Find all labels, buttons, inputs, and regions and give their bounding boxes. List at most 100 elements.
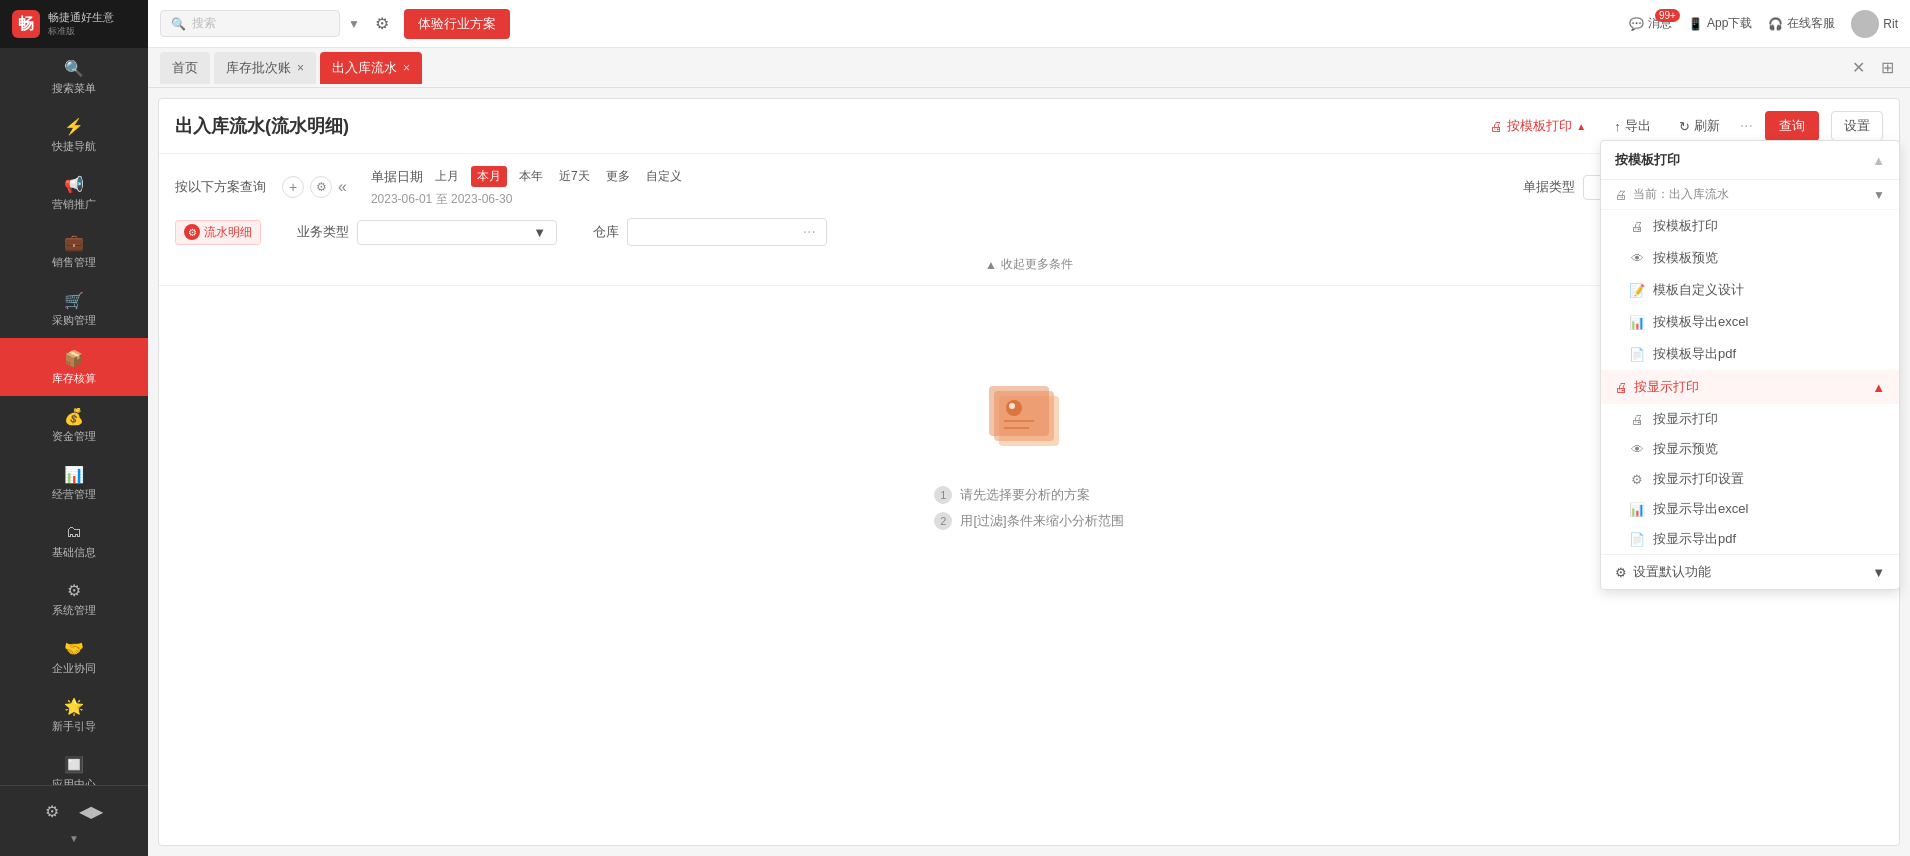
sidebar-item-marketing[interactable]: 📢 营销推广 [0, 164, 148, 222]
chevron-up-icon: ▲ [1576, 121, 1586, 132]
display-preview-item[interactable]: 👁 按显示预览 [1601, 434, 1899, 464]
print-dropdown-btn[interactable]: 🖨 按模板打印 ▲ [1482, 113, 1594, 139]
print-dropdown-panel: 按模板打印 ▲ 🖨 当前：出入库流水 ▼ 🖨 按模板打印 👁 按模板预览 📝 [1600, 140, 1900, 590]
query-button[interactable]: 查询 [1765, 111, 1819, 141]
sidebar-settings-btn[interactable]: ⚙ [45, 802, 59, 821]
app-download-btn[interactable]: 📱 App下载 [1688, 15, 1752, 32]
online-service-label: 在线客服 [1787, 15, 1835, 32]
display-pdf-item[interactable]: 📄 按显示导出pdf [1601, 524, 1899, 554]
appstore-icon: 🔲 [64, 754, 84, 774]
pdf-icon: 📄 [1629, 346, 1645, 362]
purchase-icon: 🛒 [64, 290, 84, 310]
more-options-btn[interactable]: ··· [1740, 117, 1753, 135]
sidebar-item-label: 资金管理 [52, 429, 96, 444]
sidebar-item-inventory[interactable]: 📦 库存核算 [0, 338, 148, 396]
chevron-up-icon: ▲ [985, 258, 997, 272]
date-tab-current[interactable]: 本月 [471, 166, 507, 187]
filter-add-btn[interactable]: + [282, 176, 304, 198]
tab-bar-right: ✕ ⊞ [1848, 54, 1898, 81]
scroll-up-btn[interactable]: ▲ [1872, 153, 1885, 168]
header-dropdown-arrow[interactable]: ▼ [348, 17, 360, 31]
user-area[interactable]: Rit [1851, 10, 1898, 38]
dropdown-template-pdf[interactable]: 📄 按模板导出pdf [1601, 338, 1899, 370]
sidebar-item-quick[interactable]: ⚡ 快捷导航 [0, 106, 148, 164]
date-tab-week[interactable]: 近7天 [555, 166, 594, 187]
online-service-btn[interactable]: 🎧 在线客服 [1768, 15, 1835, 32]
header-gear-btn[interactable]: ⚙ [368, 10, 396, 38]
filter-settings-btn[interactable]: ⚙ [310, 176, 332, 198]
sidebar-item-basic[interactable]: 🗂 基础信息 [0, 512, 148, 570]
empty-illustration [979, 366, 1079, 466]
empty-steps: 1 请先选择要分析的方案 2 用[过滤]条件来缩小分析范围 [934, 486, 1123, 538]
excel-icon: 📊 [1629, 501, 1645, 517]
sidebar-item-guide[interactable]: 🌟 新手引导 [0, 686, 148, 744]
sidebar-item-label: 销售管理 [52, 255, 96, 270]
tab-close-all[interactable]: ✕ [1848, 54, 1869, 81]
sidebar-collapse-btn[interactable]: ◀▶ [79, 802, 103, 821]
export-btn[interactable]: ↑ 导出 [1606, 113, 1659, 139]
tab-maximize[interactable]: ⊞ [1877, 54, 1898, 81]
messages-btn[interactable]: 💬 消息 99+ [1629, 15, 1672, 32]
date-tab-custom[interactable]: 自定义 [642, 166, 686, 187]
date-tab-more[interactable]: 更多 [602, 166, 634, 187]
export-label: 导出 [1625, 117, 1651, 135]
header-search-bar[interactable]: 🔍 搜索 [160, 10, 340, 37]
warehouse-more-icon[interactable]: ··· [803, 223, 816, 241]
biz-type-select[interactable]: ▼ [357, 220, 557, 245]
sidebar-item-sales[interactable]: 💼 销售管理 [0, 222, 148, 280]
trial-button[interactable]: 体验行业方案 [404, 9, 510, 39]
date-filter: 单据日期 上月 本月 本年 近7天 更多 自定义 2023-06-01 至 20… [371, 166, 686, 208]
date-tab-prev[interactable]: 上月 [431, 166, 463, 187]
sidebar-item-purchase[interactable]: 🛒 采购管理 [0, 280, 148, 338]
sidebar-item-operations[interactable]: 📊 经营管理 [0, 454, 148, 512]
tab-label: 库存批次账 [226, 59, 291, 77]
sidebar-item-label: 系统管理 [52, 603, 96, 618]
date-tabs: 单据日期 上月 本月 本年 近7天 更多 自定义 [371, 166, 686, 187]
display-settings-item[interactable]: ⚙ 按显示打印设置 [1601, 464, 1899, 494]
empty-step-2: 2 用[过滤]条件来缩小分析范围 [934, 512, 1123, 530]
item-label: 按模板打印 [1653, 217, 1718, 235]
sidebar-item-system[interactable]: ⚙ 系统管理 [0, 570, 148, 628]
warehouse-label: 仓库 [593, 223, 619, 241]
filter-tag[interactable]: ⚙ 流水明细 [175, 220, 261, 245]
dropdown-template-custom[interactable]: 📝 模板自定义设计 [1601, 274, 1899, 306]
logo-name: 畅捷通好生意 [48, 10, 114, 24]
display-excel-item[interactable]: 📊 按显示导出excel [1601, 494, 1899, 524]
sidebar-item-search[interactable]: 🔍 搜索菜单 [0, 48, 148, 106]
operations-icon: 📊 [64, 464, 84, 484]
tab-label: 首页 [172, 59, 198, 77]
dropdown-template-excel[interactable]: 📊 按模板导出excel [1601, 306, 1899, 338]
display-print-item[interactable]: 🖨 按显示打印 [1601, 404, 1899, 434]
dropdown-footer[interactable]: ⚙ 设置默认功能 ▼ [1601, 554, 1899, 589]
sidebar-item-appstore[interactable]: 🔲 应用中心 [0, 744, 148, 785]
refresh-btn[interactable]: ↻ 刷新 [1671, 113, 1728, 139]
sidebar-bottom: ⚙ ◀▶ ▼ [0, 785, 148, 856]
display-print-section[interactable]: 🖨 按显示打印 ▲ [1601, 370, 1899, 404]
item-label: 按模板导出pdf [1653, 345, 1736, 363]
sidebar-item-finance[interactable]: 💰 资金管理 [0, 396, 148, 454]
sidebar-scroll-down[interactable]: ▼ [0, 829, 148, 848]
sidebar-item-corp[interactable]: 🤝 企业协同 [0, 628, 148, 686]
dropdown-template-print[interactable]: 🖨 按模板打印 [1601, 210, 1899, 242]
excel-icon: 📊 [1629, 314, 1645, 330]
dropdown-template-preview[interactable]: 👁 按模板预览 [1601, 242, 1899, 274]
page-title: 出入库流水(流水明细) [175, 114, 349, 138]
warehouse-select[interactable]: ··· [627, 218, 827, 246]
date-tab-year[interactable]: 本年 [515, 166, 547, 187]
sidebar-item-label: 营销推广 [52, 197, 96, 212]
tag-icon: ⚙ [184, 224, 200, 240]
search-icon: 🔍 [64, 58, 84, 78]
section-expand-icon: ▲ [1872, 380, 1885, 395]
step-num-1: 1 [934, 486, 952, 504]
tab-close-batch[interactable]: × [297, 61, 304, 75]
item-label: 按显示导出excel [1653, 500, 1748, 518]
preview-icon: 👁 [1629, 250, 1645, 266]
current-dropdown-icon[interactable]: ▼ [1873, 188, 1885, 202]
biz-type-label: 业务类型 [297, 223, 349, 241]
tab-flow[interactable]: 出入库流水 × [320, 52, 422, 84]
tab-close-flow[interactable]: × [403, 61, 410, 75]
filter-collapse-icon[interactable]: « [338, 178, 347, 196]
tab-batch[interactable]: 库存批次账 × [214, 52, 316, 84]
settings-button[interactable]: 设置 [1831, 111, 1883, 141]
tab-home[interactable]: 首页 [160, 52, 210, 84]
